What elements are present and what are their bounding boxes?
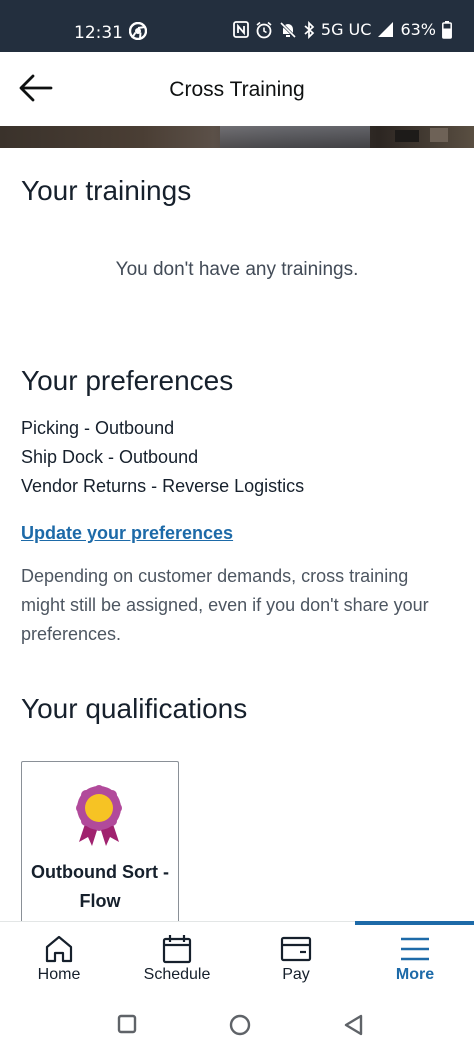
home-icon: [45, 935, 73, 963]
nav-pay[interactable]: Pay: [237, 922, 355, 1002]
update-preferences-link[interactable]: Update your preferences: [21, 523, 233, 544]
award-ribbon-icon: [76, 785, 122, 846]
preferences-disclaimer: Depending on customer demands, cross tra…: [21, 566, 429, 644]
qualification-name: Outbound Sort - Flow: [31, 862, 169, 911]
nav-more-label: More: [395, 966, 435, 983]
bottom-nav: Home Schedule Pay More: [0, 921, 474, 1002]
preference-item: Ship Dock - Outbound: [21, 447, 199, 467]
home-circle-icon[interactable]: [229, 1014, 251, 1036]
nav-pay-label: Pay: [282, 966, 310, 983]
nav-more[interactable]: More: [356, 922, 474, 1002]
bluetooth-icon: [304, 20, 315, 39]
recents-icon[interactable]: [117, 1014, 137, 1034]
wallet-icon: [280, 936, 312, 962]
status-bar: 12:31 5G UC 63%: [0, 0, 474, 52]
mute-bell-icon: [279, 21, 296, 38]
preferences-heading: Your preferences: [21, 365, 234, 396]
page-title: Cross Training: [169, 78, 305, 101]
qualifications-heading: Your qualifications: [21, 693, 248, 724]
status-time: 12:31: [74, 23, 123, 43]
menu-icon: [401, 937, 429, 961]
nav-schedule[interactable]: Schedule: [118, 922, 236, 1002]
trainings-heading: Your trainings: [21, 175, 192, 206]
header-banner-image: [0, 126, 474, 148]
system-nav-bar: [0, 1001, 474, 1053]
chrome-icon: [129, 22, 147, 40]
network-type: 5G UC: [320, 20, 372, 39]
preference-item: Picking - Outbound: [21, 418, 175, 438]
qualification-card[interactable]: Outbound Sort - Flow: [21, 761, 179, 937]
calendar-icon: [162, 935, 192, 964]
alarm-icon: [256, 21, 272, 38]
nav-home-label: Home: [37, 966, 81, 983]
preferences-list: Picking - Outbound Ship Dock - Outbound …: [21, 414, 304, 501]
nav-schedule-label: Schedule: [143, 966, 211, 983]
battery-percent: 63%: [400, 20, 436, 39]
nfc-icon: [232, 21, 249, 38]
battery-icon: [442, 20, 452, 39]
status-icons: 5G UC 63%: [232, 20, 452, 39]
nav-home[interactable]: Home: [0, 922, 118, 1002]
back-triangle-icon[interactable]: [343, 1014, 365, 1036]
app-bar: Cross Training: [0, 52, 474, 126]
signal-icon: [378, 22, 394, 37]
trainings-empty-message: You don't have any trainings.: [115, 259, 359, 280]
preference-item: Vendor Returns - Reverse Logistics: [21, 476, 305, 496]
